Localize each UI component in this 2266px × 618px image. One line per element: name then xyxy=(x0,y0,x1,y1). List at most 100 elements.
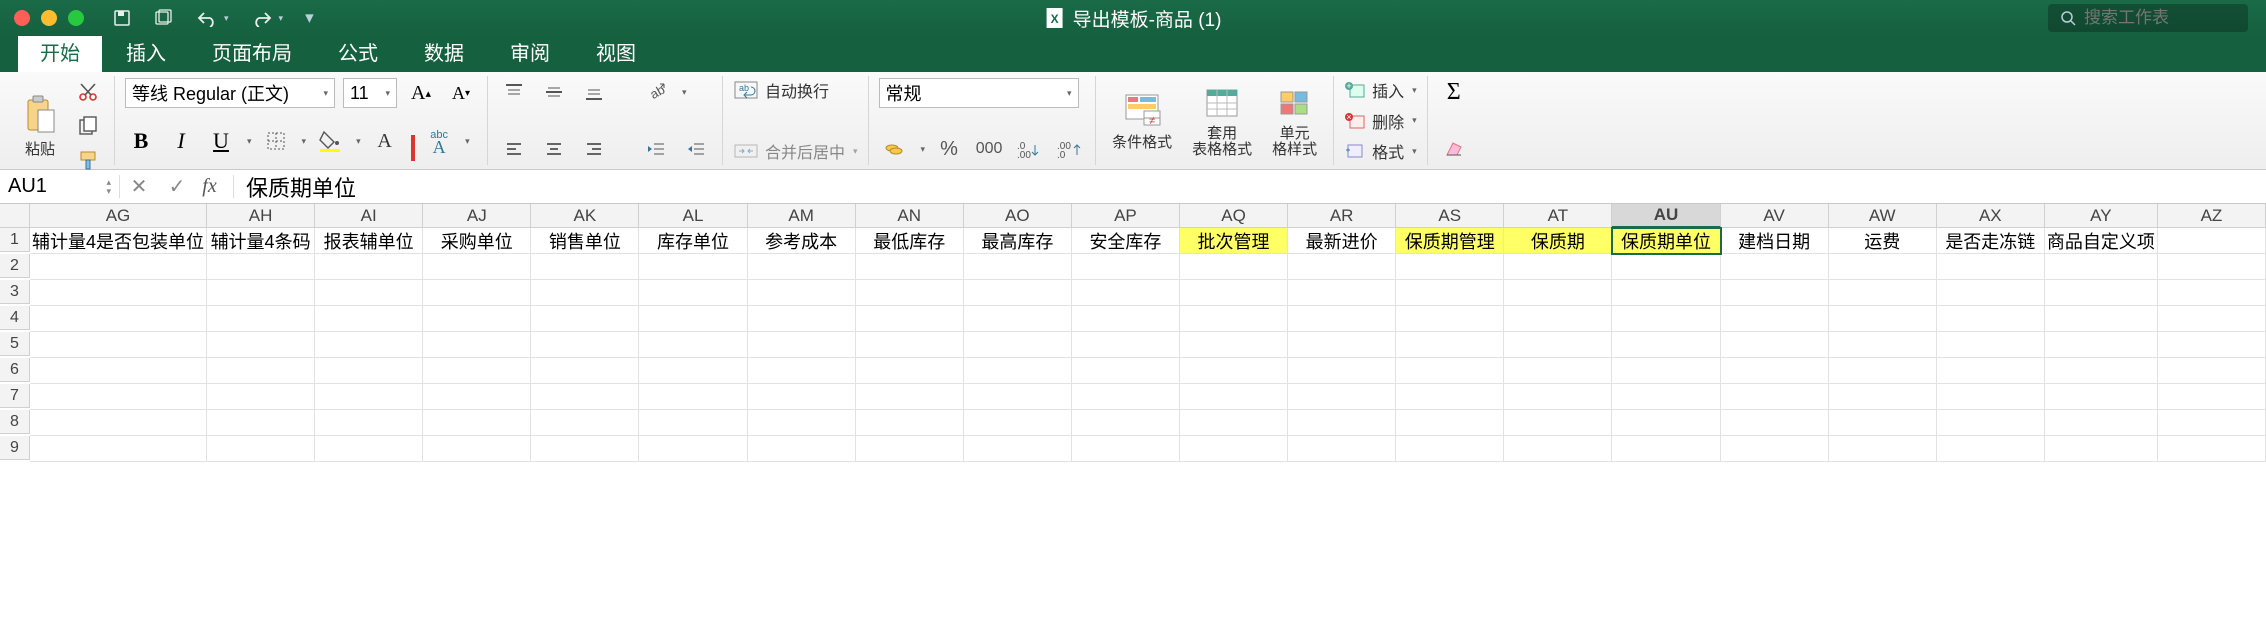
cell[interactable] xyxy=(1937,280,2045,306)
cell[interactable] xyxy=(2158,358,2266,384)
copy-icon[interactable] xyxy=(72,112,104,140)
cell[interactable] xyxy=(423,384,531,410)
bold-button[interactable]: B xyxy=(125,127,157,155)
cell[interactable] xyxy=(748,410,856,436)
fx-icon[interactable]: fx xyxy=(196,175,234,198)
cell[interactable] xyxy=(531,358,639,384)
cell[interactable] xyxy=(1504,410,1612,436)
cell[interactable] xyxy=(1937,410,2045,436)
cell[interactable] xyxy=(2045,332,2158,358)
spreadsheet-grid[interactable]: AGAHAIAJAKALAMANAOAPAQARASATAUAVAWAXAYAZ… xyxy=(0,204,2266,462)
cell[interactable] xyxy=(1937,384,2045,410)
cell[interactable] xyxy=(1180,384,1288,410)
cell[interactable] xyxy=(1180,436,1288,462)
cell[interactable]: 库存单位 xyxy=(639,228,747,254)
cell[interactable]: 销售单位 xyxy=(531,228,639,254)
cell[interactable] xyxy=(1072,358,1180,384)
cell[interactable] xyxy=(423,280,531,306)
cell[interactable] xyxy=(856,436,964,462)
column-header[interactable]: AQ xyxy=(1180,204,1288,228)
column-header[interactable]: AJ xyxy=(423,204,531,228)
cell[interactable]: 辅计量4条码 xyxy=(207,228,315,254)
customize-qat-icon[interactable]: ▾ xyxy=(305,8,314,28)
cell[interactable] xyxy=(207,332,315,358)
cell[interactable] xyxy=(1072,384,1180,410)
cell[interactable] xyxy=(1180,254,1288,280)
tab-formulas[interactable]: 公式 xyxy=(316,31,400,72)
decrease-font-icon[interactable]: A▾ xyxy=(445,79,477,107)
cell[interactable] xyxy=(1504,358,1612,384)
minimize-window-icon[interactable] xyxy=(41,10,57,26)
cell[interactable] xyxy=(2158,254,2266,280)
cell[interactable] xyxy=(2158,280,2266,306)
column-header[interactable]: AM xyxy=(748,204,856,228)
select-all-corner[interactable] xyxy=(0,204,30,228)
cell[interactable] xyxy=(639,306,747,332)
cell[interactable] xyxy=(1612,358,1720,384)
column-header[interactable]: AV xyxy=(1721,204,1829,228)
number-format-combo[interactable]: 常规▾ xyxy=(879,78,1079,108)
cell[interactable] xyxy=(639,410,747,436)
cell[interactable] xyxy=(964,280,1072,306)
cell[interactable] xyxy=(2158,228,2266,254)
cell[interactable] xyxy=(30,384,207,410)
column-header[interactable]: AX xyxy=(1937,204,2045,228)
format-cells-button[interactable]: 格式▾ xyxy=(1344,139,1417,163)
cell[interactable]: 辅计量4是否包装单位 xyxy=(30,228,207,254)
cell[interactable] xyxy=(639,280,747,306)
cell[interactable] xyxy=(1396,384,1504,410)
cell[interactable] xyxy=(639,332,747,358)
row-header[interactable]: 4 xyxy=(0,306,30,330)
cell[interactable] xyxy=(1288,306,1396,332)
cell[interactable] xyxy=(423,306,531,332)
cell[interactable] xyxy=(1937,306,2045,332)
name-box[interactable]: AU1 ▴▾ xyxy=(0,175,120,198)
cell[interactable] xyxy=(2158,410,2266,436)
cell[interactable]: 报表辅单位 xyxy=(315,228,423,254)
cell[interactable] xyxy=(856,358,964,384)
cell[interactable] xyxy=(639,358,747,384)
decrease-decimal-icon[interactable]: .00.0 xyxy=(1053,135,1085,163)
format-painter-icon[interactable] xyxy=(72,146,104,174)
italic-button[interactable]: I xyxy=(165,127,197,155)
cell[interactable] xyxy=(207,358,315,384)
cell[interactable] xyxy=(2045,358,2158,384)
insert-cells-button[interactable]: + 插入▾ xyxy=(1344,78,1417,102)
column-header[interactable]: AH xyxy=(207,204,315,228)
cut-icon[interactable] xyxy=(72,78,104,106)
cell[interactable] xyxy=(1829,254,1937,280)
cell[interactable] xyxy=(1072,254,1180,280)
cell[interactable] xyxy=(1288,358,1396,384)
row-header[interactable]: 7 xyxy=(0,384,30,408)
cell[interactable] xyxy=(748,358,856,384)
format-as-table-button[interactable]: 套用 表格格式 xyxy=(1186,82,1258,160)
cell[interactable] xyxy=(1721,280,1829,306)
cell[interactable]: 安全库存 xyxy=(1072,228,1180,254)
row-header[interactable]: 6 xyxy=(0,358,30,382)
align-right-icon[interactable] xyxy=(578,135,610,163)
cell[interactable] xyxy=(964,436,1072,462)
cell[interactable] xyxy=(2158,436,2266,462)
cell[interactable] xyxy=(207,410,315,436)
cell[interactable] xyxy=(748,254,856,280)
cell[interactable] xyxy=(1288,410,1396,436)
cell[interactable] xyxy=(30,436,207,462)
cell[interactable] xyxy=(1396,254,1504,280)
cell[interactable] xyxy=(315,306,423,332)
cell[interactable] xyxy=(1180,410,1288,436)
cell[interactable] xyxy=(531,306,639,332)
column-header[interactable]: AI xyxy=(315,204,423,228)
cell[interactable] xyxy=(2158,306,2266,332)
fill-color-icon[interactable] xyxy=(314,127,346,155)
increase-indent-icon[interactable] xyxy=(680,135,712,163)
font-size-combo[interactable]: 11▾ xyxy=(343,78,397,108)
align-bottom-icon[interactable] xyxy=(578,78,610,106)
cell[interactable] xyxy=(531,254,639,280)
cell[interactable]: 运费 xyxy=(1829,228,1937,254)
column-header[interactable]: AS xyxy=(1396,204,1504,228)
merge-center-button[interactable]: 合并后居中▾ xyxy=(733,139,858,163)
row-header[interactable]: 3 xyxy=(0,280,30,304)
cell[interactable] xyxy=(531,384,639,410)
cell[interactable] xyxy=(1612,384,1720,410)
close-window-icon[interactable] xyxy=(14,10,30,26)
